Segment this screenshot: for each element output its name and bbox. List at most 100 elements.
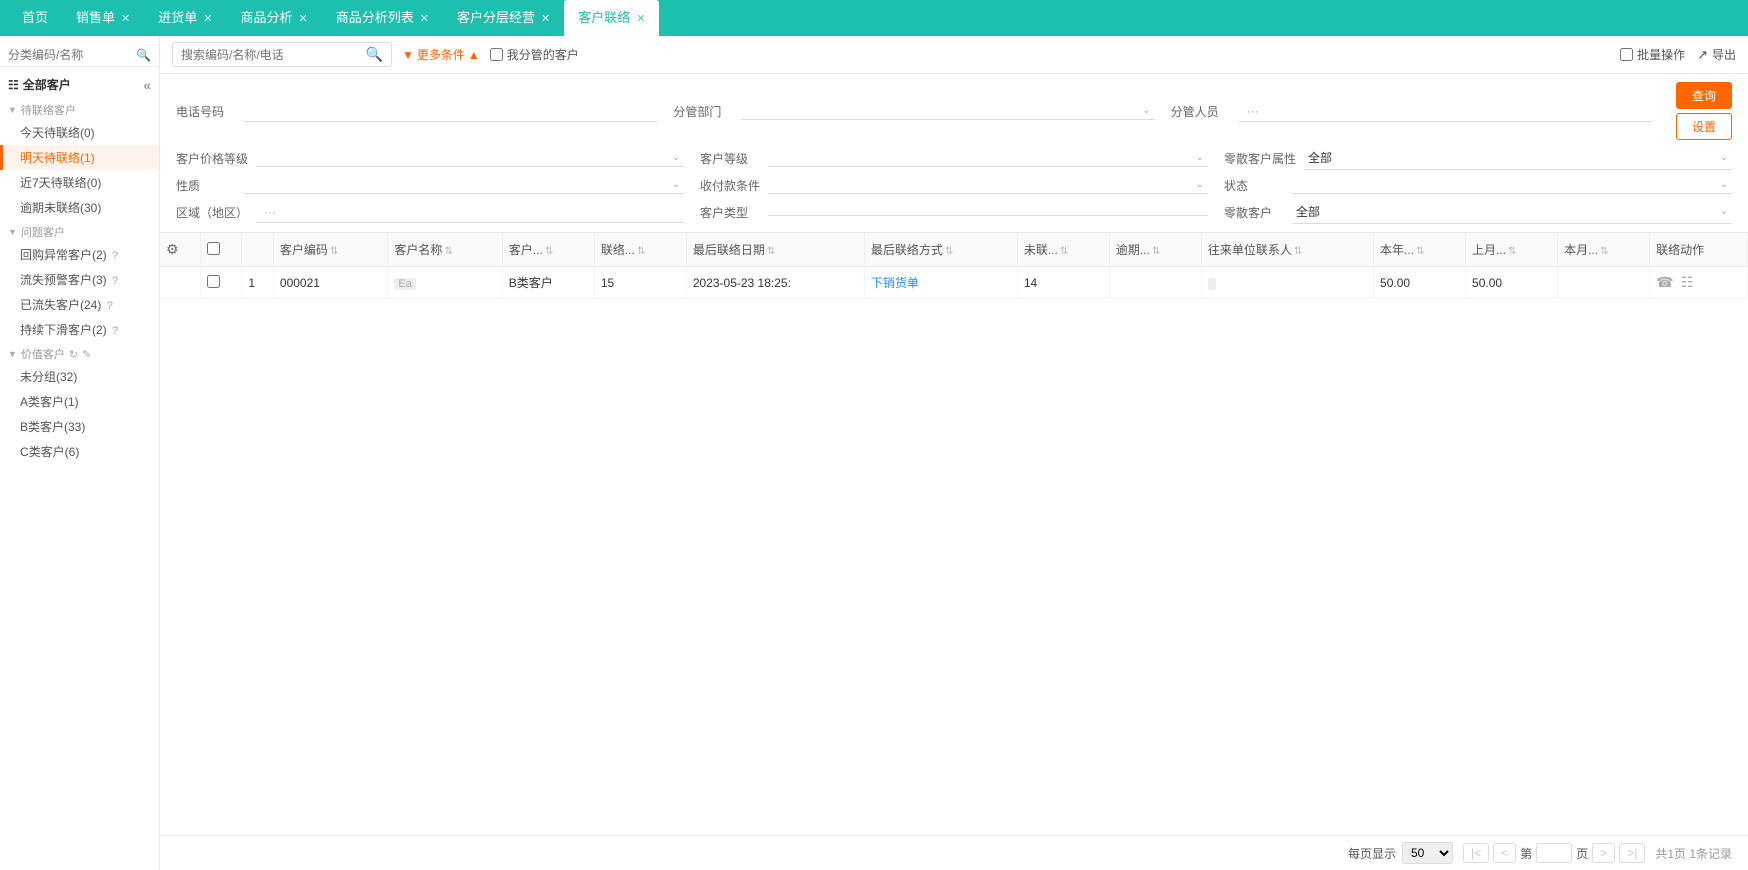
filter-payment-select[interactable]: ⌄ — [768, 176, 1208, 194]
filter-status-select[interactable]: ⌄ — [1292, 176, 1732, 194]
row-related — [1201, 267, 1373, 299]
sidebar-item-a-class[interactable]: A类客户(1) — [0, 389, 159, 414]
filter-customer-type-select[interactable] — [768, 209, 1208, 216]
col-type: 客户...⇅ — [502, 233, 594, 267]
filter-region-label: 区域（地区） — [176, 204, 248, 221]
row-this-month — [1558, 267, 1650, 299]
filter-customer-level: 客户等级 ⌄ — [700, 149, 1208, 167]
sidebar: 🔍 ☷ 全部客户 « 待联络客户 今天待联络(0) 明天待联络(1) 近7天待联… — [0, 36, 160, 870]
sidebar-item-tomorrow[interactable]: 明天待联络(1) — [0, 145, 159, 170]
sort-icon-type[interactable]: ⇅ — [545, 246, 553, 257]
filter-phone-input[interactable] — [244, 101, 657, 122]
select-all-checkbox[interactable] — [207, 242, 220, 255]
sort-icon-name[interactable]: ⇅ — [444, 246, 452, 257]
filter-region-select[interactable]: ··· — [256, 202, 684, 223]
refresh-icon[interactable]: ↻ — [69, 348, 78, 361]
close-customer-contact-icon[interactable]: ✕ — [636, 13, 645, 25]
nav-goods-list[interactable]: 商品分析列表✕ — [322, 0, 443, 36]
close-purchase-icon[interactable]: ✕ — [203, 13, 212, 25]
edit-icon[interactable]: ✎ — [82, 348, 91, 361]
region-dots-icon[interactable]: ··· — [264, 205, 276, 219]
sidebar-item-declining[interactable]: 持续下滑客户(2) ? — [0, 317, 159, 342]
row-last-date: 2023-05-23 18:25: — [686, 267, 864, 299]
col-related-person: 往来单位联系人⇅ — [1201, 233, 1373, 267]
settings-button[interactable]: 设置 — [1676, 113, 1732, 140]
sort-icon-uncontacted[interactable]: ⇅ — [1060, 246, 1068, 257]
nav-customer-tier[interactable]: 客户分层经营✕ — [443, 0, 564, 36]
sidebar-item-losing[interactable]: 流失预警客户(3) ? — [0, 267, 159, 292]
sidebar-item-ungrouped[interactable]: 未分组(32) — [0, 364, 159, 389]
filter-area: 电话号码 分管部门 ⌄ 分管人员 ··· 查询 设置 — [160, 74, 1748, 233]
my-customers-checkbox[interactable] — [490, 48, 503, 61]
footer: 每页显示 50 20 100 200 |< < 第 1 页 > >| 共1页 1… — [160, 835, 1748, 870]
batch-checkbox[interactable] — [1620, 48, 1633, 61]
sidebar-item-week7[interactable]: 近7天待联络(0) — [0, 170, 159, 195]
action-phone-icon[interactable]: ☎ — [1656, 274, 1673, 290]
my-customers-checkbox-wrap[interactable]: 我分管的客户 — [490, 46, 579, 63]
sidebar-search-input[interactable] — [8, 48, 136, 62]
chevron-up-icon: ▲ — [468, 48, 480, 62]
filter-price-level-select[interactable]: ⌄ — [256, 149, 684, 167]
col-this-month: 本月...⇅ — [1558, 233, 1650, 267]
action-more-icon[interactable]: ☷ — [1681, 274, 1694, 290]
sidebar-item-repurchase[interactable]: 回购异常客户(2) ? — [0, 242, 159, 267]
page-number-input[interactable]: 1 — [1536, 843, 1572, 863]
row-gear — [160, 267, 200, 299]
filter-retail-attr-select[interactable]: 全部 ⌄ — [1304, 146, 1732, 170]
sort-icon-last-month[interactable]: ⇅ — [1508, 246, 1516, 257]
sort-icon-this-year[interactable]: ⇅ — [1416, 246, 1424, 257]
nav-customer-contact[interactable]: 客户联络✕ — [564, 0, 659, 36]
close-customer-tier-icon[interactable]: ✕ — [541, 13, 550, 25]
filter-gender-select[interactable]: ⌄ — [244, 176, 684, 194]
sidebar-group-pending: 待联络客户 — [0, 98, 159, 120]
sidebar-item-b-class[interactable]: B类客户(33) — [0, 414, 159, 439]
sort-icon-last-date[interactable]: ⇅ — [767, 246, 775, 257]
main-area: 🔍 ▼ 更多条件 ▲ 我分管的客户 批量操作 ↗ 导出 — [160, 36, 1748, 870]
nav-goods[interactable]: 商品分析✕ — [226, 0, 321, 36]
search-submit-icon[interactable]: 🔍 — [366, 46, 383, 63]
row-no: 1 — [242, 267, 274, 299]
filter-btn[interactable]: ▼ 更多条件 ▲ — [402, 46, 480, 63]
prev-page-btn[interactable]: < — [1493, 843, 1516, 863]
sidebar-collapse-btn[interactable]: « — [143, 77, 151, 93]
sidebar-item-lost[interactable]: 已流失客户(24) ? — [0, 292, 159, 317]
sidebar-search-icon[interactable]: 🔍 — [136, 48, 151, 62]
last-page-btn[interactable]: >| — [1619, 843, 1645, 863]
filter-gender-label: 性质 — [176, 177, 236, 194]
nav-purchase[interactable]: 进货单✕ — [144, 0, 226, 36]
filter-person-select[interactable]: ··· — [1239, 101, 1652, 122]
first-page-btn[interactable]: |< — [1463, 843, 1489, 863]
person-dots-icon[interactable]: ··· — [1247, 104, 1259, 118]
filter-customer-level-label: 客户等级 — [700, 150, 760, 167]
close-goods-list-icon[interactable]: ✕ — [420, 13, 429, 25]
last-method-link[interactable]: 下销货单 — [871, 276, 919, 290]
close-sales-icon[interactable]: ✕ — [121, 13, 130, 25]
gear-icon[interactable]: ⚙ — [166, 241, 179, 257]
filter-retail-customer-select[interactable]: 全部 ⌄ — [1292, 200, 1732, 224]
row-checkbox-input[interactable] — [207, 275, 220, 288]
sort-icon-this-month[interactable]: ⇅ — [1600, 246, 1608, 257]
sort-icon-code[interactable]: ⇅ — [330, 246, 338, 257]
export-btn[interactable]: ↗ 导出 — [1697, 46, 1736, 63]
sort-icon-related[interactable]: ⇅ — [1294, 246, 1302, 257]
nav-home[interactable]: 首页 — [8, 0, 62, 36]
close-goods-icon[interactable]: ✕ — [299, 13, 308, 25]
query-button[interactable]: 查询 — [1676, 82, 1732, 109]
filter-customer-level-select[interactable]: ⌄ — [768, 149, 1208, 167]
search-input[interactable] — [181, 48, 366, 62]
sidebar-item-c-class[interactable]: C类客户(6) — [0, 439, 159, 464]
sidebar-item-today[interactable]: 今天待联络(0) — [0, 120, 159, 145]
sidebar-search-wrap: 🔍 — [0, 44, 159, 67]
filter-price-level: 客户价格等级 ⌄ — [176, 149, 684, 167]
nav-sales[interactable]: 销售单✕ — [62, 0, 144, 36]
page-size-select[interactable]: 50 20 100 200 — [1402, 842, 1453, 864]
sort-icon-last-method[interactable]: ⇅ — [945, 246, 953, 257]
batch-btn[interactable]: 批量操作 — [1620, 46, 1685, 63]
sort-icon-contacts[interactable]: ⇅ — [637, 246, 645, 257]
next-page-btn[interactable]: > — [1592, 843, 1615, 863]
filter-dept-select[interactable]: ⌄ — [741, 102, 1154, 120]
grid-icon: ☷ — [8, 78, 19, 92]
sort-icon-overdue[interactable]: ⇅ — [1152, 246, 1160, 257]
col-checkbox — [200, 233, 242, 267]
sidebar-item-overdue[interactable]: 逾期未联络(30) — [0, 195, 159, 220]
